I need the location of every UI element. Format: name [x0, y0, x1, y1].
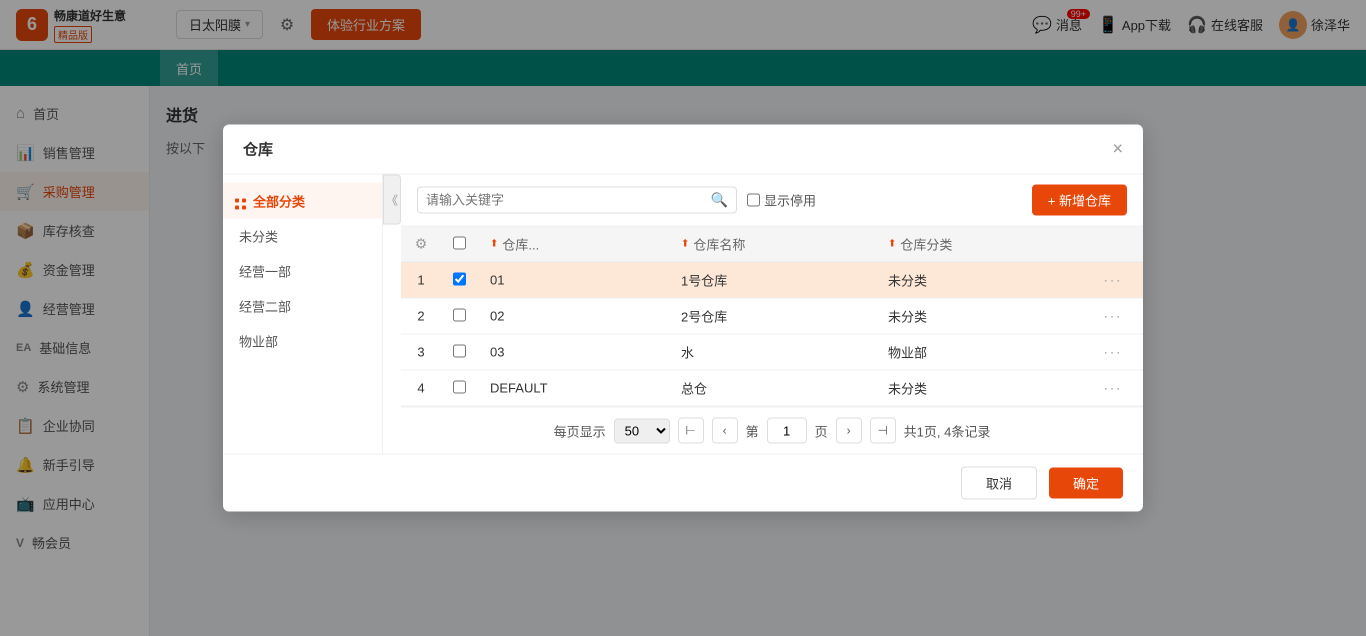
- collapse-icon: 《: [386, 191, 398, 208]
- row-category: 物业部: [876, 334, 1083, 370]
- col-gear: ⚙: [401, 227, 441, 263]
- row-name: 2号仓库: [669, 298, 876, 334]
- row-actions: ···: [1083, 334, 1143, 370]
- show-disabled-label: 显示停用: [764, 191, 816, 210]
- row-checkbox[interactable]: [441, 298, 478, 334]
- row-code: 03: [478, 334, 669, 370]
- modal-close-button[interactable]: ×: [1112, 139, 1123, 160]
- modal-sidebar-collapse-button[interactable]: 《: [383, 175, 401, 225]
- row-name: 1号仓库: [669, 262, 876, 298]
- page-number-input[interactable]: [767, 418, 807, 444]
- modal-sidebar-item-unclassified[interactable]: 未分类: [223, 219, 382, 254]
- row-more-icon[interactable]: ···: [1104, 309, 1123, 324]
- last-page-button[interactable]: ⊣: [870, 418, 896, 444]
- add-warehouse-button[interactable]: + 新增仓库: [1032, 185, 1127, 216]
- row-more-icon[interactable]: ···: [1104, 381, 1123, 396]
- col-name-label: 仓库名称: [693, 235, 745, 254]
- show-disabled-toggle[interactable]: 显示停用: [747, 191, 816, 210]
- sort-icon: ⬆: [888, 239, 896, 250]
- confirm-button[interactable]: 确定: [1049, 468, 1123, 499]
- row-actions: ···: [1083, 262, 1143, 298]
- col-checkbox: [441, 227, 478, 263]
- col-name: ⬆ 仓库名称: [669, 227, 876, 263]
- sort-icon: ⬆: [681, 239, 689, 250]
- col-actions: [1083, 227, 1143, 263]
- table-row[interactable]: 4 DEFAULT 总仓 未分类 ···: [401, 370, 1143, 406]
- warehouse-modal: 仓库 × 全部分类 未分类 经营一部 经营二部: [223, 125, 1143, 512]
- col-code-label: 仓库...: [502, 235, 539, 254]
- sort-icon: ⬆: [490, 239, 498, 250]
- page-label: 第: [746, 421, 759, 440]
- search-icon[interactable]: 🔍: [711, 192, 728, 209]
- search-input[interactable]: [426, 193, 705, 208]
- modal-sidebar-all-category[interactable]: 全部分类: [223, 183, 382, 219]
- modal-body: 全部分类 未分类 经营一部 经营二部 物业部 《: [223, 175, 1143, 454]
- row-more-icon[interactable]: ···: [1104, 273, 1123, 288]
- col-code: ⬆ 仓库...: [478, 227, 669, 263]
- row-actions: ···: [1083, 298, 1143, 334]
- modal-sidebar-item-property[interactable]: 物业部: [223, 324, 382, 359]
- modal-title: 仓库: [243, 139, 273, 160]
- modal-footer: 取消 确定: [223, 454, 1143, 512]
- row-code: 01: [478, 262, 669, 298]
- table-row[interactable]: 1 01 1号仓库 未分类 ···: [401, 262, 1143, 298]
- row-checkbox[interactable]: [441, 262, 478, 298]
- row-category: 未分类: [876, 298, 1083, 334]
- col-category-label: 仓库分类: [900, 235, 952, 254]
- select-all-checkbox[interactable]: [453, 236, 466, 249]
- category-label: 物业部: [239, 335, 278, 350]
- grid-icon: [235, 191, 247, 211]
- all-category-label: 全部分类: [253, 191, 305, 210]
- next-page-button[interactable]: ›: [836, 418, 862, 444]
- row-code: 02: [478, 298, 669, 334]
- row-actions: ···: [1083, 370, 1143, 406]
- warehouse-table: ⚙ ⬆ 仓库...: [401, 227, 1143, 407]
- row-num: 4: [401, 370, 441, 406]
- row-category: 未分类: [876, 370, 1083, 406]
- show-disabled-checkbox[interactable]: [747, 194, 760, 207]
- row-name: 水: [669, 334, 876, 370]
- row-checkbox[interactable]: [441, 334, 478, 370]
- row-name: 总仓: [669, 370, 876, 406]
- row-checkbox[interactable]: [441, 370, 478, 406]
- first-page-button[interactable]: ⊢: [678, 418, 704, 444]
- modal-header: 仓库 ×: [223, 125, 1143, 175]
- total-records-label: 共1页, 4条记录: [904, 421, 991, 440]
- row-num: 2: [401, 298, 441, 334]
- table-row[interactable]: 2 02 2号仓库 未分类 ···: [401, 298, 1143, 334]
- row-category: 未分类: [876, 262, 1083, 298]
- category-label: 经营二部: [239, 300, 291, 315]
- gear-icon[interactable]: ⚙: [415, 236, 428, 252]
- modal-toolbar: 🔍 显示停用 + 新增仓库: [401, 175, 1143, 227]
- modal-sidebar: 全部分类 未分类 经营一部 经营二部 物业部: [223, 175, 383, 454]
- modal-main: 🔍 显示停用 + 新增仓库 ⚙: [401, 175, 1143, 454]
- table-row[interactable]: 3 03 水 物业部 ···: [401, 334, 1143, 370]
- pagination: 每页显示 50 100 ⊢ ‹ 第 页 › ⊣ 共1页, 4条记录: [401, 407, 1143, 454]
- search-box: 🔍: [417, 187, 737, 214]
- row-code: DEFAULT: [478, 370, 669, 406]
- category-label: 经营一部: [239, 265, 291, 280]
- cancel-button[interactable]: 取消: [961, 467, 1037, 500]
- per-page-label: 每页显示: [554, 421, 606, 440]
- category-label: 未分类: [239, 230, 278, 245]
- col-category: ⬆ 仓库分类: [876, 227, 1083, 263]
- per-page-select[interactable]: 50 100: [614, 418, 670, 443]
- row-num: 3: [401, 334, 441, 370]
- row-more-icon[interactable]: ···: [1104, 345, 1123, 360]
- page-suffix-label: 页: [815, 421, 828, 440]
- modal-sidebar-item-dept1[interactable]: 经营一部: [223, 254, 382, 289]
- row-num: 1: [401, 262, 441, 298]
- prev-page-button[interactable]: ‹: [712, 418, 738, 444]
- modal-sidebar-item-dept2[interactable]: 经营二部: [223, 289, 382, 324]
